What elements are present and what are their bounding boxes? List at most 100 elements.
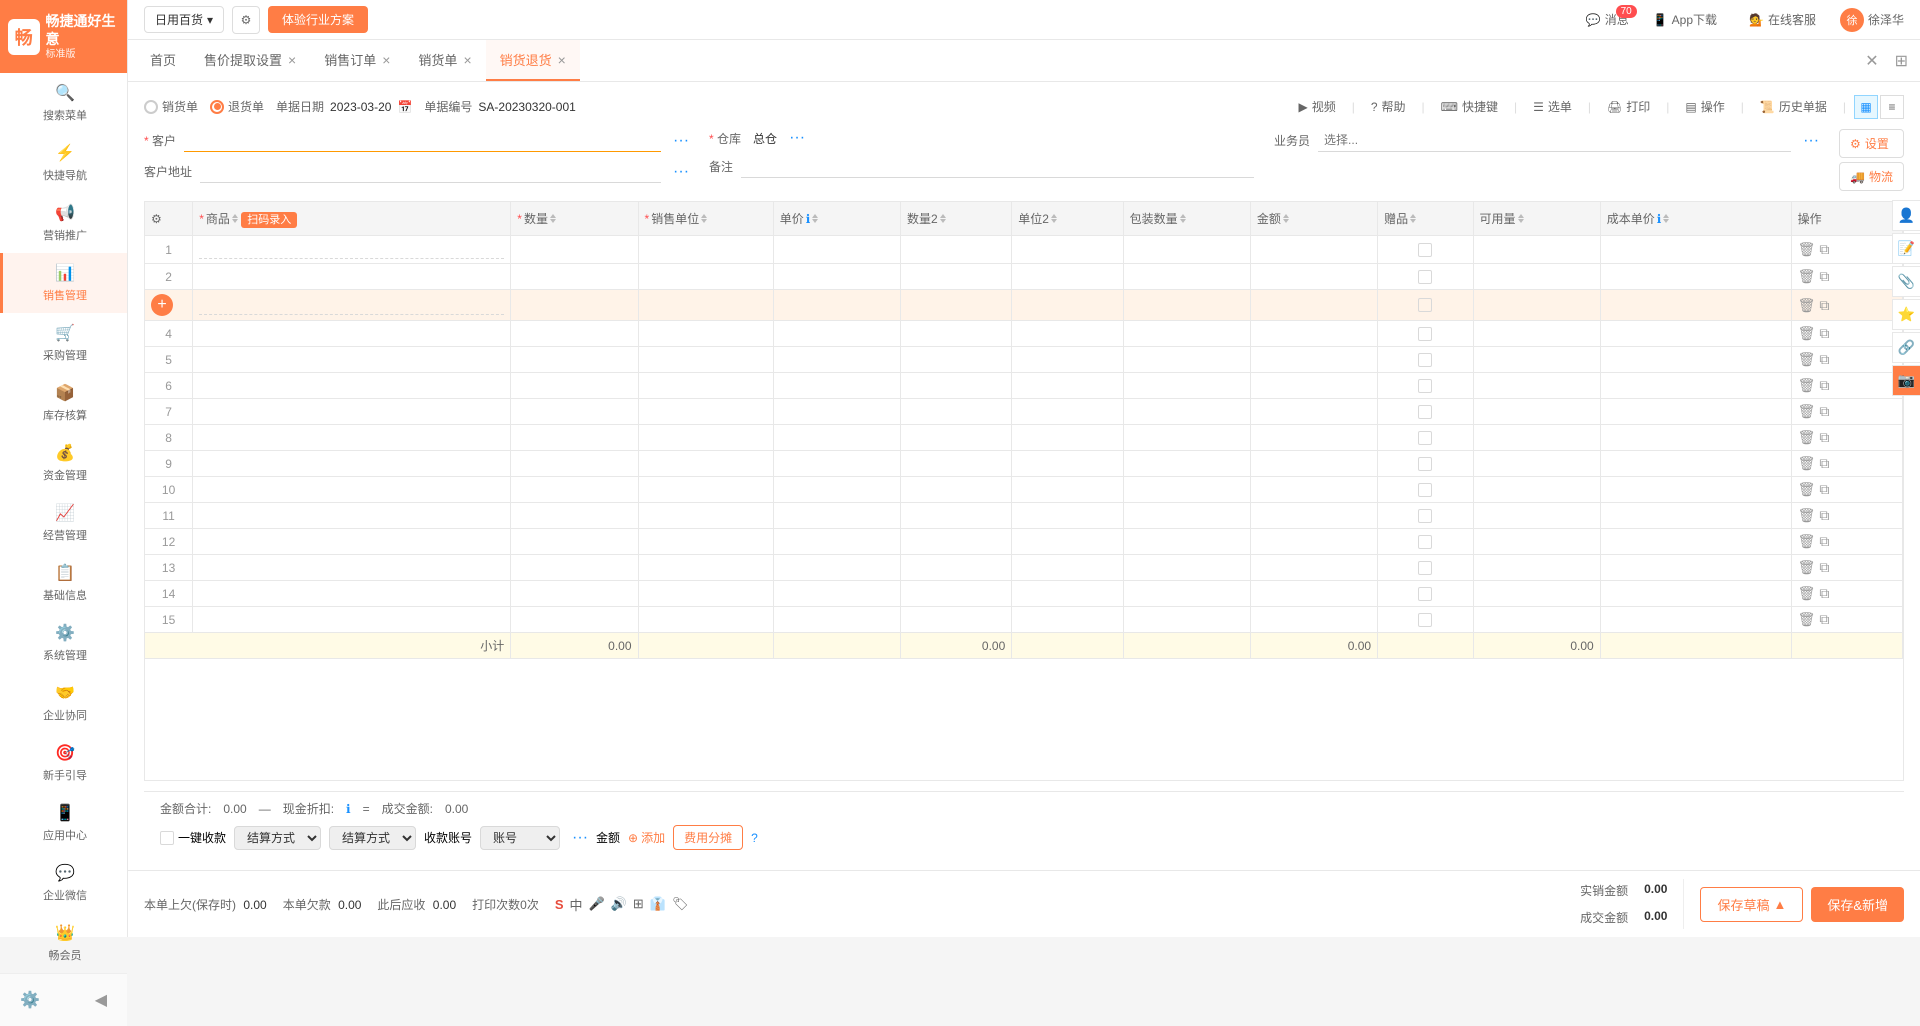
sidebar-item-basic-info[interactable]: 📋 基础信息 [0, 553, 127, 613]
cost-cell-3[interactable] [1600, 290, 1791, 321]
product-cell-9[interactable] [193, 451, 511, 477]
gift-cell-7[interactable] [1378, 399, 1473, 425]
sidebar-item-enterprise-wechat[interactable]: 💬 企业微信 [0, 853, 127, 913]
copy-row-14[interactable]: ⧉ [1819, 585, 1829, 602]
gift-checkbox-11[interactable] [1418, 509, 1432, 523]
pkg-cell-13[interactable] [1123, 555, 1250, 581]
product-cell-8[interactable] [193, 425, 511, 451]
unit2-cell-1[interactable] [1012, 236, 1123, 264]
pkg-cell-6[interactable] [1123, 373, 1250, 399]
cost-cell-14[interactable] [1600, 581, 1791, 607]
cost-cell-15[interactable] [1600, 607, 1791, 633]
right-panel-notes[interactable]: 📝 [1892, 233, 1920, 264]
add-row-button[interactable]: + [151, 294, 173, 316]
pkg-cell-1[interactable] [1123, 236, 1250, 264]
delete-row-9[interactable]: 🗑 [1798, 455, 1816, 472]
salesperson-select-btn[interactable]: ··· [1803, 132, 1819, 150]
print-btn[interactable]: 🖨 打印 [1599, 94, 1658, 119]
unit-cell-2[interactable] [638, 264, 773, 290]
right-panel-attachments[interactable]: 📎 [1892, 266, 1920, 297]
save-draft-button[interactable]: 保存草稿 ▲ [1700, 887, 1803, 922]
daily-select[interactable]: 日用百货 ▾ [144, 6, 224, 33]
add-row-cell[interactable]: + [145, 290, 193, 321]
price-cell-12[interactable] [773, 529, 900, 555]
gift-checkbox-12[interactable] [1418, 535, 1432, 549]
cost-cell-8[interactable] [1600, 425, 1791, 451]
header-gear-button[interactable]: ⚙ [232, 6, 260, 34]
copy-row-4[interactable]: ⧉ [1819, 325, 1829, 342]
footer-s-icon[interactable]: S [555, 897, 564, 912]
delete-row-14[interactable]: 🗑 [1798, 585, 1816, 602]
table-gear-icon[interactable]: ⚙ [151, 212, 162, 226]
qty2-cell-1[interactable] [900, 236, 1011, 264]
sidebar-item-inventory[interactable]: 📦 库存核算 [0, 373, 127, 433]
app-download-button[interactable]: 📱 App下载 [1645, 7, 1725, 32]
amount-cell-7[interactable] [1250, 399, 1377, 425]
amount-cell-3[interactable] [1250, 290, 1377, 321]
unit2-cell-12[interactable] [1012, 529, 1123, 555]
avail-cell-5[interactable] [1473, 347, 1600, 373]
product-cell-15[interactable] [193, 607, 511, 633]
amount-cell-13[interactable] [1250, 555, 1377, 581]
price-cell-3[interactable] [773, 290, 900, 321]
delete-row-4[interactable]: 🗑 [1798, 325, 1816, 342]
avail-cell-2[interactable] [1473, 264, 1600, 290]
unit2-cell-4[interactable] [1012, 321, 1123, 347]
amount-cell-12[interactable] [1250, 529, 1377, 555]
product-cell-4[interactable] [193, 321, 511, 347]
tab-sales-return-close[interactable]: × [558, 53, 566, 67]
settings-btn[interactable]: ⚙ 设置 [1839, 129, 1904, 158]
product-cell-14[interactable] [193, 581, 511, 607]
gift-cell-14[interactable] [1378, 581, 1473, 607]
sidebar-item-purchase[interactable]: 🛒 采购管理 [0, 313, 127, 373]
note-input[interactable] [741, 155, 1254, 178]
amount-cell-5[interactable] [1250, 347, 1377, 373]
logistics-btn[interactable]: 🚚 物流 [1839, 162, 1904, 191]
collapse-btn[interactable]: ◀ [87, 982, 115, 1018]
amount-cell-14[interactable] [1250, 581, 1377, 607]
operate-btn[interactable]: ▤ 操作 [1677, 94, 1732, 119]
unit-cell-13[interactable] [638, 555, 773, 581]
expand-tabs-button[interactable]: ⊞ [1891, 47, 1912, 75]
pkg-cell-7[interactable] [1123, 399, 1250, 425]
avail-cell-14[interactable] [1473, 581, 1600, 607]
qty-cell-15[interactable] [511, 607, 638, 633]
unit2-cell-6[interactable] [1012, 373, 1123, 399]
price-cell-2[interactable] [773, 264, 900, 290]
delete-row-10[interactable]: 🗑 [1798, 481, 1816, 498]
avail-cell-11[interactable] [1473, 503, 1600, 529]
price-cell-4[interactable] [773, 321, 900, 347]
pkg-cell-15[interactable] [1123, 607, 1250, 633]
delete-row-7[interactable]: 🗑 [1798, 403, 1816, 420]
qty-cell-6[interactable] [511, 373, 638, 399]
user-area[interactable]: 徐 徐泽华 [1840, 8, 1904, 32]
unit-cell-12[interactable] [638, 529, 773, 555]
sidebar-item-sales[interactable]: 📊 销售管理 [0, 253, 127, 313]
product-cell-11[interactable] [193, 503, 511, 529]
avail-cell-12[interactable] [1473, 529, 1600, 555]
gift-cell-5[interactable] [1378, 347, 1473, 373]
cost-cell-4[interactable] [1600, 321, 1791, 347]
gift-checkbox-14[interactable] [1418, 587, 1432, 601]
right-panel-camera[interactable]: 📷 [1892, 365, 1920, 396]
gift-checkbox-8[interactable] [1418, 431, 1432, 445]
gift-cell-4[interactable] [1378, 321, 1473, 347]
pkg-cell-2[interactable] [1123, 264, 1250, 290]
qty-cell-1[interactable] [511, 236, 638, 264]
app-logo[interactable]: 畅 畅捷通好生意 标准版 [0, 0, 127, 73]
gift-cell-15[interactable] [1378, 607, 1473, 633]
pkg-cell-9[interactable] [1123, 451, 1250, 477]
pkg-cell-8[interactable] [1123, 425, 1250, 451]
price-cell-5[interactable] [773, 347, 900, 373]
qty-cell-10[interactable] [511, 477, 638, 503]
tab-sales-delivery-close[interactable]: × [463, 53, 471, 67]
qty2-cell-11[interactable] [900, 503, 1011, 529]
qty-cell-14[interactable] [511, 581, 638, 607]
pkg-cell-14[interactable] [1123, 581, 1250, 607]
avail-cell-6[interactable] [1473, 373, 1600, 399]
avail-cell-13[interactable] [1473, 555, 1600, 581]
video-btn[interactable]: ▶ 视频 [1290, 94, 1343, 119]
settings-btn[interactable]: ⚙️ [12, 982, 48, 1018]
copy-row-9[interactable]: ⧉ [1819, 455, 1829, 472]
address-input[interactable] [200, 160, 661, 183]
